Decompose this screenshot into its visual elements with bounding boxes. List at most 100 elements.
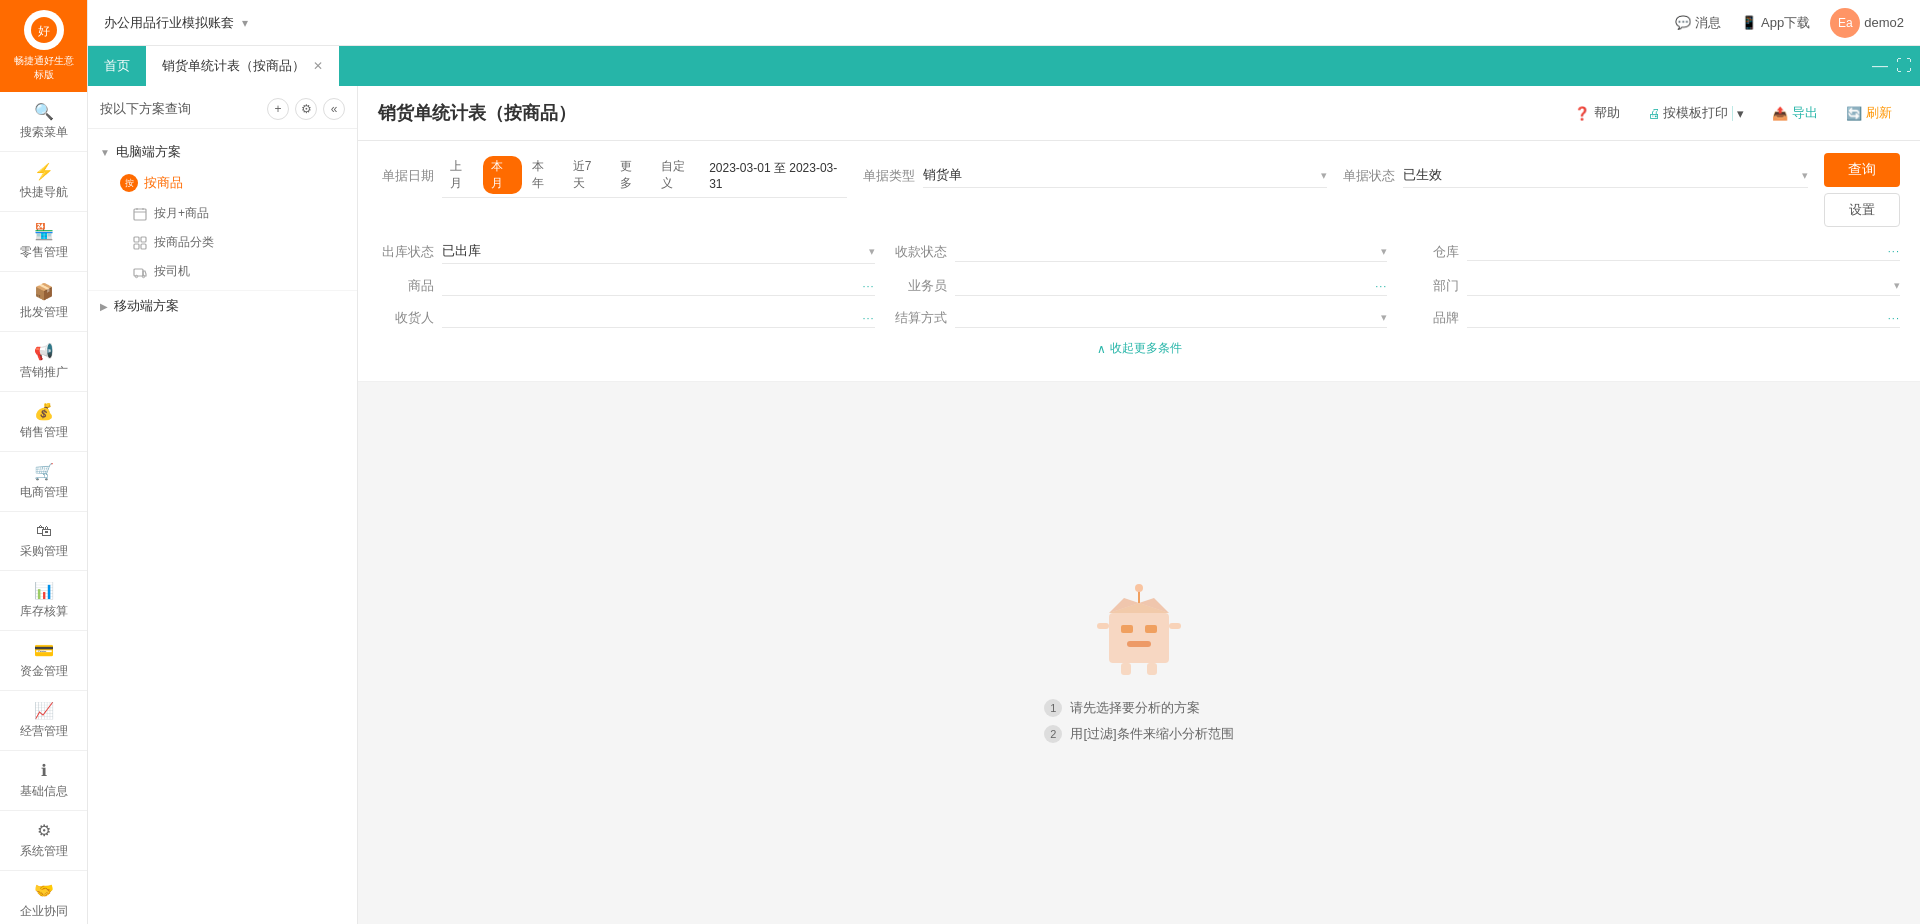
svg-rect-13 [1109,613,1169,663]
app-download-button[interactable]: 📱 App下载 [1741,14,1810,32]
export-icon: 📤 [1772,106,1788,121]
type-dropdown-icon[interactable]: ▾ [1321,169,1327,182]
sidebar-item-system[interactable]: ⚙ 系统管理 [0,811,87,871]
collapse-filters-button[interactable]: ∧ 收起更多条件 [378,332,1900,369]
sidebar-item-retail[interactable]: 🏪 零售管理 [0,212,87,272]
tree-group-mobile[interactable]: ▶ 移动端方案 [88,290,357,321]
sidebar-label-purchase: 采购管理 [20,543,68,560]
status-dropdown-icon[interactable]: ▾ [1802,169,1808,182]
type-value-box[interactable]: 销货单 ▾ [923,163,1328,188]
print-button[interactable]: 🖨 按模板打印 ▾ [1640,100,1752,126]
warehouse-more-icon[interactable]: ··· [1888,245,1900,257]
date-tab-lastmonth[interactable]: 上月 [442,156,481,194]
refresh-button[interactable]: 🔄 刷新 [1838,100,1900,126]
date-tab-thisyear[interactable]: 本年 [524,156,563,194]
collect-status-filter-item: 收款状态 ▾ [891,242,1388,262]
dept-dropdown-icon[interactable]: ▾ [1894,279,1900,292]
sidebar-item-wholesale[interactable]: 📦 批发管理 [0,272,87,332]
payment-filter-item: 结算方式 ▾ [891,308,1388,328]
status-value-box[interactable]: 已生效 ▾ [1403,163,1808,188]
payment-value-box[interactable]: ▾ [955,308,1388,328]
ecommerce-icon: 🛒 [34,462,54,481]
tree-item-by-month-product[interactable]: 按月+商品 [88,199,357,228]
empty-tips: 1 请先选择要分析的方案 2 用[过滤]条件来缩小分析范围 [1044,699,1233,743]
sidebar-item-inventory[interactable]: 📊 库存核算 [0,571,87,631]
message-button[interactable]: 💬 消息 [1675,14,1721,32]
app-logo: 好 畅捷通好生意 标版 [0,0,88,92]
workspace-dropdown-icon[interactable]: ▾ [242,16,248,30]
date-tab-custom[interactable]: 自定义 [653,156,703,194]
tab-home[interactable]: 首页 [88,46,146,86]
brand-label: 品牌 [1403,309,1459,327]
query-button[interactable]: 查询 [1824,153,1900,187]
date-tab-7days[interactable]: 近7天 [565,156,610,194]
out-status-value: 已出库 [442,242,869,260]
product-value-box[interactable]: ··· [442,277,875,296]
sidebar-label-wholesale: 批发管理 [20,304,68,321]
calendar-icon [132,206,148,222]
add-scheme-button[interactable]: + [267,98,289,120]
gear-icon: ⚙ [301,102,312,116]
sidebar-item-quicknav[interactable]: ⚡ 快捷导航 [0,152,87,212]
collect-status-value-box[interactable]: ▾ [955,242,1388,262]
inventory-icon: 📊 [34,581,54,600]
date-tab-more[interactable]: 更多 [612,156,651,194]
recipient-label: 收货人 [378,309,434,327]
payment-dropdown-icon[interactable]: ▾ [1381,311,1387,324]
collect-status-dropdown-icon[interactable]: ▾ [1381,245,1387,258]
warehouse-label: 仓库 [1403,243,1459,261]
out-status-dropdown-icon[interactable]: ▾ [869,245,875,258]
app-sublabel: 标版 [34,68,54,82]
sidebar-item-basic[interactable]: ℹ 基础信息 [0,751,87,811]
collapse-panel-button[interactable]: « [323,98,345,120]
date-tab-thismonth[interactable]: 本月 [483,156,522,194]
tab-maximize-icon[interactable]: ⛶ [1896,57,1912,75]
staff-more-icon[interactable]: ··· [1375,280,1387,292]
sidebar-item-search[interactable]: 🔍 搜索菜单 [0,92,87,152]
refresh-label: 刷新 [1866,104,1892,122]
sidebar-item-purchase[interactable]: 🛍 采购管理 [0,512,87,571]
svg-rect-22 [1147,663,1157,675]
product-more-icon[interactable]: ··· [862,280,874,292]
user-profile-button[interactable]: Ea demo2 [1830,8,1904,38]
top-header: 办公用品行业模拟账套 ▾ 💬 消息 📱 App下载 Ea demo2 [88,0,1920,46]
sidebar-item-operations[interactable]: 📈 经营管理 [0,691,87,751]
collect-status-label: 收款状态 [891,243,947,261]
print-dropdown-icon[interactable]: ▾ [1732,106,1744,121]
brand-more-icon[interactable]: ··· [1888,312,1900,324]
sidebar-item-ecommerce[interactable]: 🛒 电商管理 [0,452,87,512]
warehouse-value-box[interactable]: ··· [1467,242,1900,261]
settings-button[interactable]: 设置 [1824,193,1900,227]
tip-num-1: 1 [1044,699,1062,717]
staff-value-box[interactable]: ··· [955,277,1388,296]
print-icon: 🖨 [1648,106,1661,121]
tab-minimize-icon[interactable]: — [1872,57,1888,75]
tree-item-by-warehouse[interactable]: 按司机 [88,257,357,286]
tree-item-by-product[interactable]: 按 按商品 [88,167,357,199]
sidebar-item-enterprise[interactable]: 🤝 企业协同 [0,871,87,924]
export-button[interactable]: 📤 导出 [1764,100,1826,126]
tab-report[interactable]: 销货单统计表（按商品） ✕ [146,46,339,86]
out-status-value-box[interactable]: 已出库 ▾ [442,239,875,264]
sidebar-item-finance[interactable]: 💳 资金管理 [0,631,87,691]
scheme-settings-button[interactable]: ⚙ [295,98,317,120]
export-label: 导出 [1792,104,1818,122]
collapse-icon: « [331,102,338,116]
tree-expand-arrow: ▼ [100,147,110,158]
brand-value-box[interactable]: ··· [1467,309,1900,328]
content-area: 按以下方案查询 + ⚙ « ▼ 电脑端方案 [88,86,1920,924]
dept-value-box[interactable]: ▾ [1467,276,1900,296]
tab-close-icon[interactable]: ✕ [313,59,323,73]
recipient-more-icon[interactable]: ··· [862,312,874,324]
status-filter-item: 单据状态 已生效 ▾ [1339,163,1808,188]
help-button[interactable]: ❓ 帮助 [1566,100,1628,126]
sidebar-item-sales[interactable]: 💰 销售管理 [0,392,87,452]
payment-label: 结算方式 [891,309,947,327]
svg-rect-10 [134,269,143,276]
workspace-selector[interactable]: 办公用品行业模拟账套 ▾ [104,14,248,32]
recipient-value-box[interactable]: ··· [442,309,875,328]
sidebar-label-ecommerce: 电商管理 [20,484,68,501]
tree-item-by-category[interactable]: 按商品分类 [88,228,357,257]
tree-group-desktop[interactable]: ▼ 电脑端方案 [88,137,357,167]
sidebar-item-marketing[interactable]: 📢 营销推广 [0,332,87,392]
